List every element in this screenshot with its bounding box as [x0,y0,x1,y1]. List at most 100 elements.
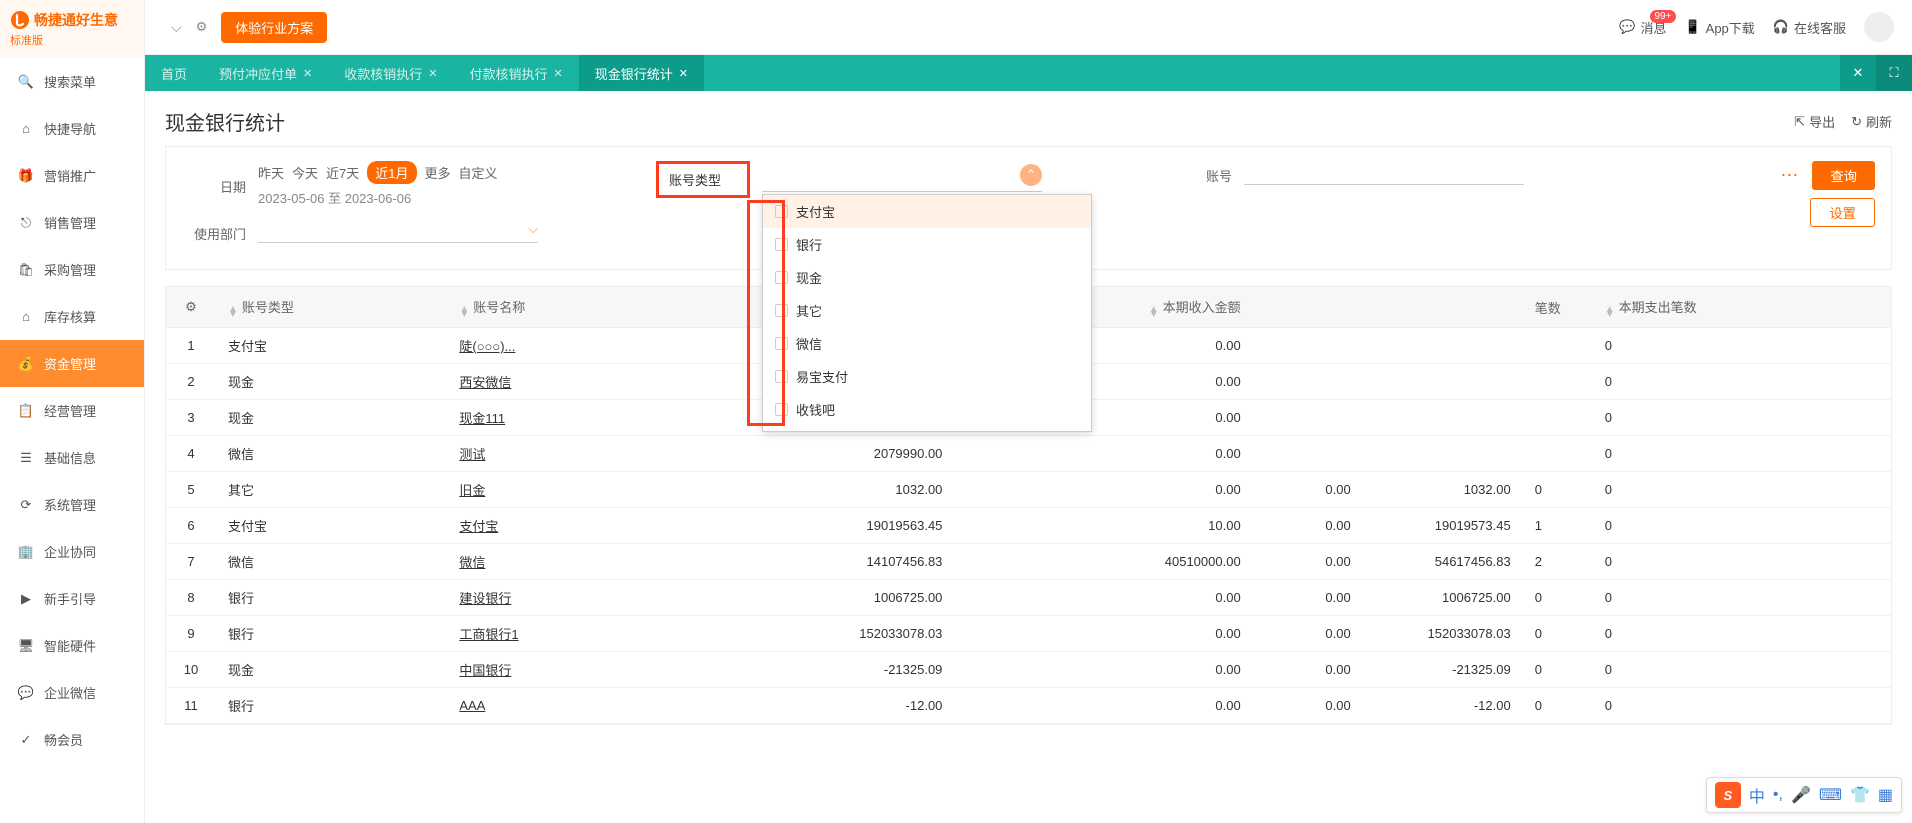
tab-4[interactable]: 现金银行统计 ✕ [579,55,704,91]
tab-2[interactable]: 收款核销执行✕ [328,55,453,91]
account-type-option[interactable]: 银行 [763,228,1091,261]
account-type-option[interactable]: 收钱吧 [763,393,1091,426]
department-input[interactable] [258,219,538,243]
tab-close-all-button[interactable]: ✕ [1840,55,1876,91]
cell-account-name: 中国银行 [447,652,678,688]
date-opt-more[interactable]: 更多 [425,163,451,182]
option-label: 支付宝 [796,202,835,221]
row-index: 2 [166,364,216,400]
account-name-link[interactable]: 建设银行 [459,591,511,606]
col-account-name[interactable]: ▲▼账号名称 [447,287,678,328]
account-name-link[interactable]: 陡(○○○)... [459,339,515,354]
date-opt-7days[interactable]: 近7天 [326,163,359,182]
export-button[interactable]: ⇱导出 [1794,112,1835,131]
tab-label: 现金银行统计 [595,64,673,83]
ime-toolbox-icon[interactable]: ▦ [1878,785,1893,805]
close-icon[interactable]: ✕ [554,67,563,80]
checkbox-icon[interactable] [775,370,788,383]
ime-skin-icon[interactable]: 👕 [1850,785,1870,805]
cell-account-name: 旧金 [447,472,678,508]
account-type-option[interactable]: 易宝支付 [763,360,1091,393]
sidebar-item-6[interactable]: 💰资金管理 [0,340,144,387]
app-download-button[interactable]: 📱 App下载 [1684,18,1754,37]
sidebar-item-5[interactable]: ⌂库存核算 [0,293,144,340]
checkbox-icon[interactable] [775,304,788,317]
sidebar-item-13[interactable]: 💬企业微信 [0,669,144,716]
account-name-link[interactable]: 旧金 [459,483,485,498]
sidebar-item-14[interactable]: ✓畅会员 [0,716,144,763]
close-icon[interactable]: ✕ [303,67,312,80]
cell-income: 40510000.00 [954,544,1252,580]
account-name-link[interactable]: 支付宝 [459,519,498,534]
account-name-link[interactable]: 工商银行1 [459,627,518,642]
cell-out: 0.00 [1253,652,1363,688]
account-type-option[interactable]: 长沙银行 [763,426,1091,431]
fullscreen-button[interactable]: ⛶ [1876,55,1912,91]
customer-service-label: 在线客服 [1794,18,1846,37]
account-type-option[interactable]: 微信 [763,327,1091,360]
sidebar-item-3[interactable]: ⎋销售管理 [0,199,144,246]
ime-lang-button[interactable]: 中 [1749,783,1765,807]
customer-service-button[interactable]: 🎧 在线客服 [1773,18,1846,37]
date-opt-today[interactable]: 今天 [292,163,318,182]
ime-voice-icon[interactable]: 🎤 [1791,785,1811,805]
ime-logo-icon[interactable]: S [1715,782,1741,808]
checkbox-icon[interactable] [775,238,788,251]
account-type-input[interactable] [762,168,1042,192]
account-name-link[interactable]: 微信 [459,555,485,570]
account-type-option[interactable]: 现金 [763,261,1091,294]
industry-plan-button[interactable]: 体验行业方案 [221,12,327,43]
account-name-link[interactable]: 测试 [459,447,485,462]
sidebar-item-0[interactable]: 🔍搜索菜单 [0,58,144,105]
ime-keyboard-icon[interactable]: ⌨ [1819,785,1842,805]
tab-1[interactable]: 预付冲应付单 ✕ [203,55,328,91]
col-settings[interactable]: ⚙ [166,287,216,328]
date-opt-yesterday[interactable]: 昨天 [258,163,284,182]
sidebar-item-1[interactable]: ⌂快捷导航 [0,105,144,152]
checkbox-icon[interactable] [775,403,788,416]
ime-punct-icon[interactable]: •, [1773,786,1783,804]
more-filters-icon[interactable]: ⋯ [1780,165,1800,186]
account-type-option[interactable]: 其它 [763,294,1091,327]
account-name-link[interactable]: 中国银行 [459,663,511,678]
col-count[interactable]: 笔数 [1523,287,1593,328]
user-avatar[interactable] [1864,12,1894,42]
date-opt-custom[interactable]: 自定义 [459,163,498,182]
messages-button[interactable]: 💬 消息 99+ [1619,18,1666,37]
account-name-link[interactable]: 现金111 [459,411,505,426]
chevron-down-icon[interactable]: ⌵ [528,221,538,237]
gear-icon[interactable]: ⚙ [196,19,208,35]
tab-label: 预付冲应付单 [219,64,297,83]
refresh-button[interactable]: ↻刷新 [1851,112,1892,131]
close-icon[interactable]: ✕ [679,67,688,80]
cell-income: 0.00 [954,688,1252,724]
query-button[interactable]: 查询 [1812,161,1875,190]
account-type-collapse-icon[interactable]: ⌃ [1020,164,1042,186]
filter-panel: ⋯ 查询 设置 日期 昨天 今天 近7天 近1月 [165,146,1892,270]
account-type-option[interactable]: 支付宝 [763,195,1091,228]
sidebar-item-9[interactable]: ⟳系统管理 [0,481,144,528]
settings-button[interactable]: 设置 [1810,198,1875,227]
gear-icon: ⚙ [185,299,197,314]
sidebar-item-7[interactable]: 📋经营管理 [0,387,144,434]
date-opt-1month[interactable]: 近1月 [367,161,416,184]
account-input[interactable] [1244,161,1524,185]
account-name-link[interactable]: 西安微信 [459,375,511,390]
col-account-type[interactable]: ▲▼账号类型 [216,287,447,328]
brand-logo: 畅捷通好生意 [10,10,134,30]
sidebar-item-11[interactable]: ▶新手引导 [0,575,144,622]
company-selector[interactable]: ⌵ [163,19,182,36]
checkbox-icon[interactable] [775,271,788,284]
account-name-link[interactable]: AAA [459,698,485,713]
tab-0[interactable]: 首页 [145,55,203,91]
sidebar-item-10[interactable]: 🏢企业协同 [0,528,144,575]
col-out-count[interactable]: ▲▼本期支出笔数 [1593,287,1891,328]
sidebar-item-4[interactable]: 🛍采购管理 [0,246,144,293]
checkbox-icon[interactable] [775,337,788,350]
sidebar-item-8[interactable]: ☰基础信息 [0,434,144,481]
sidebar-item-12[interactable]: 🖥智能硬件 [0,622,144,669]
checkbox-icon[interactable] [775,205,788,218]
tab-3[interactable]: 付款核销执行✕ [453,55,578,91]
sidebar-item-2[interactable]: 🎁营销推广 [0,152,144,199]
close-icon[interactable]: ✕ [428,67,437,80]
